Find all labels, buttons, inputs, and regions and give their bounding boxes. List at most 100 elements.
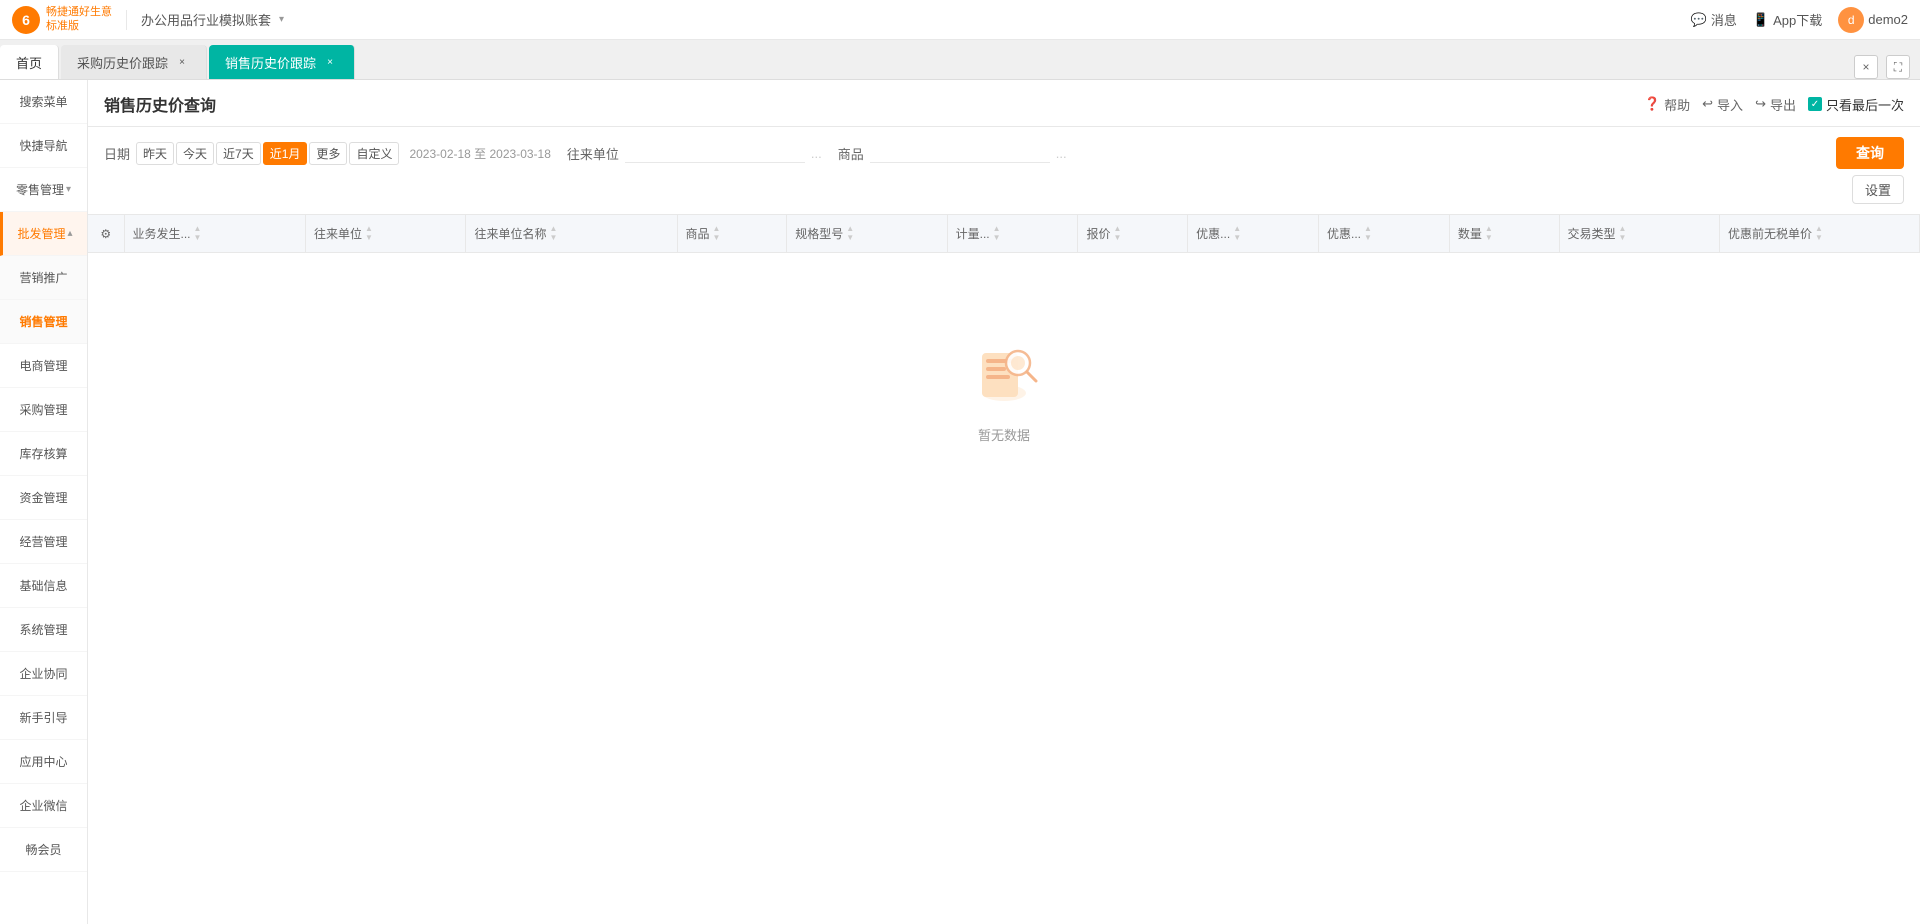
tab-home[interactable]: 首页	[0, 45, 59, 79]
help-action[interactable]: ❓ 帮助	[1644, 95, 1690, 114]
retail-mgmt-arrow: ▾	[66, 184, 71, 195]
sidebar-item-operations-mgmt[interactable]: 经营管理	[0, 520, 87, 564]
tab-purchase-label: 采购历史价跟踪	[77, 53, 168, 72]
user-area[interactable]: d demo2	[1838, 7, 1908, 33]
gear-icon: ⚙	[100, 227, 111, 241]
only-last-checkbox-group[interactable]: ✓ 只看最后一次	[1808, 95, 1904, 114]
query-button[interactable]: 查询	[1836, 137, 1904, 169]
sidebar-item-app-center[interactable]: 应用中心	[0, 740, 87, 784]
th-quantity[interactable]: 数量 ▲ ▼	[1449, 215, 1559, 253]
th-pre-tax-price[interactable]: 优惠前无税单价 ▲ ▼	[1720, 215, 1920, 253]
page-title: 销售历史价查询	[104, 92, 216, 116]
tab-home-label: 首页	[16, 53, 42, 72]
sidebar-sub-marketing-promo[interactable]: 营销推广	[0, 256, 87, 300]
help-label: 帮助	[1664, 95, 1690, 114]
partner-filter-input[interactable]	[625, 143, 805, 163]
sidebar-item-quick-nav[interactable]: 快捷导航	[0, 124, 87, 168]
th-unit[interactable]: 计量... ▲ ▼	[947, 215, 1078, 253]
sidebar-item-new-guide[interactable]: 新手引导	[0, 696, 87, 740]
date-btn-more[interactable]: 更多	[309, 142, 347, 165]
sidebar-sub-sales-mgmt-label: 销售管理	[19, 313, 67, 330]
partner-filter-dots[interactable]: ...	[811, 146, 822, 161]
tab-purchase-history[interactable]: 采购历史价跟踪 ×	[61, 45, 207, 79]
th-biz-date[interactable]: 业务发生... ▲ ▼	[124, 215, 306, 253]
settings-row: 设置	[104, 175, 1904, 204]
th-quote[interactable]: 报价 ▲ ▼	[1078, 215, 1188, 253]
tabbar: 首页 采购历史价跟踪 × 销售历史价跟踪 × × ⛶	[0, 40, 1920, 80]
import-action[interactable]: ↩ 导入	[1702, 95, 1743, 114]
date-range: 2023-02-18 至 2023-03-18	[409, 145, 550, 162]
sidebar-item-enterprise-wechat[interactable]: 企业微信	[0, 784, 87, 828]
th-settings[interactable]: ⚙	[88, 215, 124, 253]
table-header-row: ⚙ 业务发生... ▲ ▼	[88, 215, 1920, 253]
sidebar-item-retail-mgmt[interactable]: 零售管理 ▾	[0, 168, 87, 212]
filter-row: 日期 昨天 今天 近7天 近1月 更多 自定义 2023-02-18 至 202…	[104, 137, 1904, 169]
tab-fullscreen-button[interactable]: ⛶	[1886, 55, 1910, 79]
sidebar-item-ecommerce-mgmt[interactable]: 电商管理	[0, 344, 87, 388]
sidebar-item-retail-mgmt-label: 零售管理	[16, 181, 64, 198]
sidebar-item-wholesale-mgmt-label: 批发管理	[17, 225, 65, 242]
th-partner-name[interactable]: 往来单位名称 ▲ ▼	[466, 215, 677, 253]
sidebar-item-basic-info[interactable]: 基础信息	[0, 564, 87, 608]
sidebar-item-enterprise-coop[interactable]: 企业协同	[0, 652, 87, 696]
download-icon: 📱	[1753, 12, 1769, 28]
sidebar-item-search-menu[interactable]: 搜索菜单	[0, 80, 87, 124]
date-btn-today[interactable]: 今天	[176, 142, 214, 165]
tab-purchase-close[interactable]: ×	[174, 54, 190, 70]
sidebar-item-system-mgmt[interactable]: 系统管理	[0, 608, 87, 652]
topbar-left: 6 畅捷通好生意 标准版 办公用品行业模拟账套 ▾	[12, 6, 284, 34]
sidebar-item-purchase-mgmt[interactable]: 采购管理	[0, 388, 87, 432]
settings-button[interactable]: 设置	[1852, 175, 1904, 204]
sidebar-item-inventory-check[interactable]: 库存核算	[0, 432, 87, 476]
sidebar-item-finance-mgmt[interactable]: 资金管理	[0, 476, 87, 520]
message-action[interactable]: 💬 消息	[1691, 10, 1737, 29]
logo-area: 6 畅捷通好生意 标准版	[12, 6, 112, 34]
help-icon: ❓	[1644, 96, 1660, 112]
app-title-dropdown[interactable]: ▾	[279, 14, 284, 25]
date-filter-label: 日期	[104, 144, 130, 163]
only-last-label: 只看最后一次	[1826, 95, 1904, 114]
logo-text: 畅捷通好生意 标准版	[46, 6, 112, 32]
data-table: ⚙ 业务发生... ▲ ▼	[88, 215, 1920, 253]
app-download-label: App下载	[1773, 10, 1822, 29]
th-spec[interactable]: 规格型号 ▲ ▼	[787, 215, 947, 253]
message-icon: 💬	[1691, 12, 1707, 28]
table-head: ⚙ 业务发生... ▲ ▼	[88, 215, 1920, 253]
product-filter-input[interactable]	[870, 143, 1050, 163]
only-last-checkbox[interactable]: ✓	[1808, 97, 1822, 111]
sidebar-item-finance-mgmt-label: 资金管理	[19, 489, 67, 506]
tab-sales-close[interactable]: ×	[322, 54, 338, 70]
sidebar-item-wholesale-mgmt[interactable]: 批发管理 ▴	[0, 212, 87, 256]
sidebar-item-member-club[interactable]: 畅会员	[0, 828, 87, 872]
tab-close-all-button[interactable]: ×	[1854, 55, 1878, 79]
th-trade-type[interactable]: 交易类型 ▲ ▼	[1559, 215, 1719, 253]
tab-controls: × ⛶	[1854, 55, 1920, 79]
th-partner-id[interactable]: 往来单位 ▲ ▼	[306, 215, 466, 253]
sidebar-item-inventory-check-label: 库存核算	[19, 445, 67, 462]
tab-sales-history[interactable]: 销售历史价跟踪 ×	[209, 45, 355, 79]
export-label: 导出	[1770, 95, 1796, 114]
sidebar-item-purchase-mgmt-label: 采购管理	[19, 401, 67, 418]
page-header: 销售历史价查询 ❓ 帮助 ↩ 导入 ↪ 导出 ✓ 只看最后一次	[88, 80, 1920, 127]
date-btn-7days[interactable]: 近7天	[216, 142, 261, 165]
date-btn-yesterday[interactable]: 昨天	[136, 142, 174, 165]
sidebar-item-system-mgmt-label: 系统管理	[19, 621, 67, 638]
app-download-action[interactable]: 📱 App下载	[1753, 10, 1822, 29]
import-icon: ↩	[1702, 96, 1713, 112]
date-btn-custom[interactable]: 自定义	[349, 142, 399, 165]
export-action[interactable]: ↪ 导出	[1755, 95, 1796, 114]
app-title: 办公用品行业模拟账套	[141, 10, 271, 29]
empty-icon	[964, 333, 1044, 413]
table-container: ⚙ 业务发生... ▲ ▼	[88, 215, 1920, 924]
date-buttons: 昨天 今天 近7天 近1月 更多 自定义	[136, 142, 399, 165]
sidebar-item-quick-nav-label: 快捷导航	[19, 137, 67, 154]
th-product[interactable]: 商品 ▲ ▼	[677, 215, 787, 253]
product-filter-dots[interactable]: ...	[1056, 146, 1067, 161]
topbar-right: 💬 消息 📱 App下载 d demo2	[1691, 7, 1908, 33]
content-area: 销售历史价查询 ❓ 帮助 ↩ 导入 ↪ 导出 ✓ 只看最后一次	[88, 80, 1920, 924]
th-discount2[interactable]: 优惠... ▲ ▼	[1319, 215, 1450, 253]
th-discount1[interactable]: 优惠... ▲ ▼	[1188, 215, 1319, 253]
date-filter-group: 日期 昨天 今天 近7天 近1月 更多 自定义 2023-02-18 至 202…	[104, 142, 551, 165]
date-btn-1month[interactable]: 近1月	[263, 142, 308, 165]
sidebar-sub-sales-mgmt[interactable]: 销售管理	[0, 300, 87, 344]
